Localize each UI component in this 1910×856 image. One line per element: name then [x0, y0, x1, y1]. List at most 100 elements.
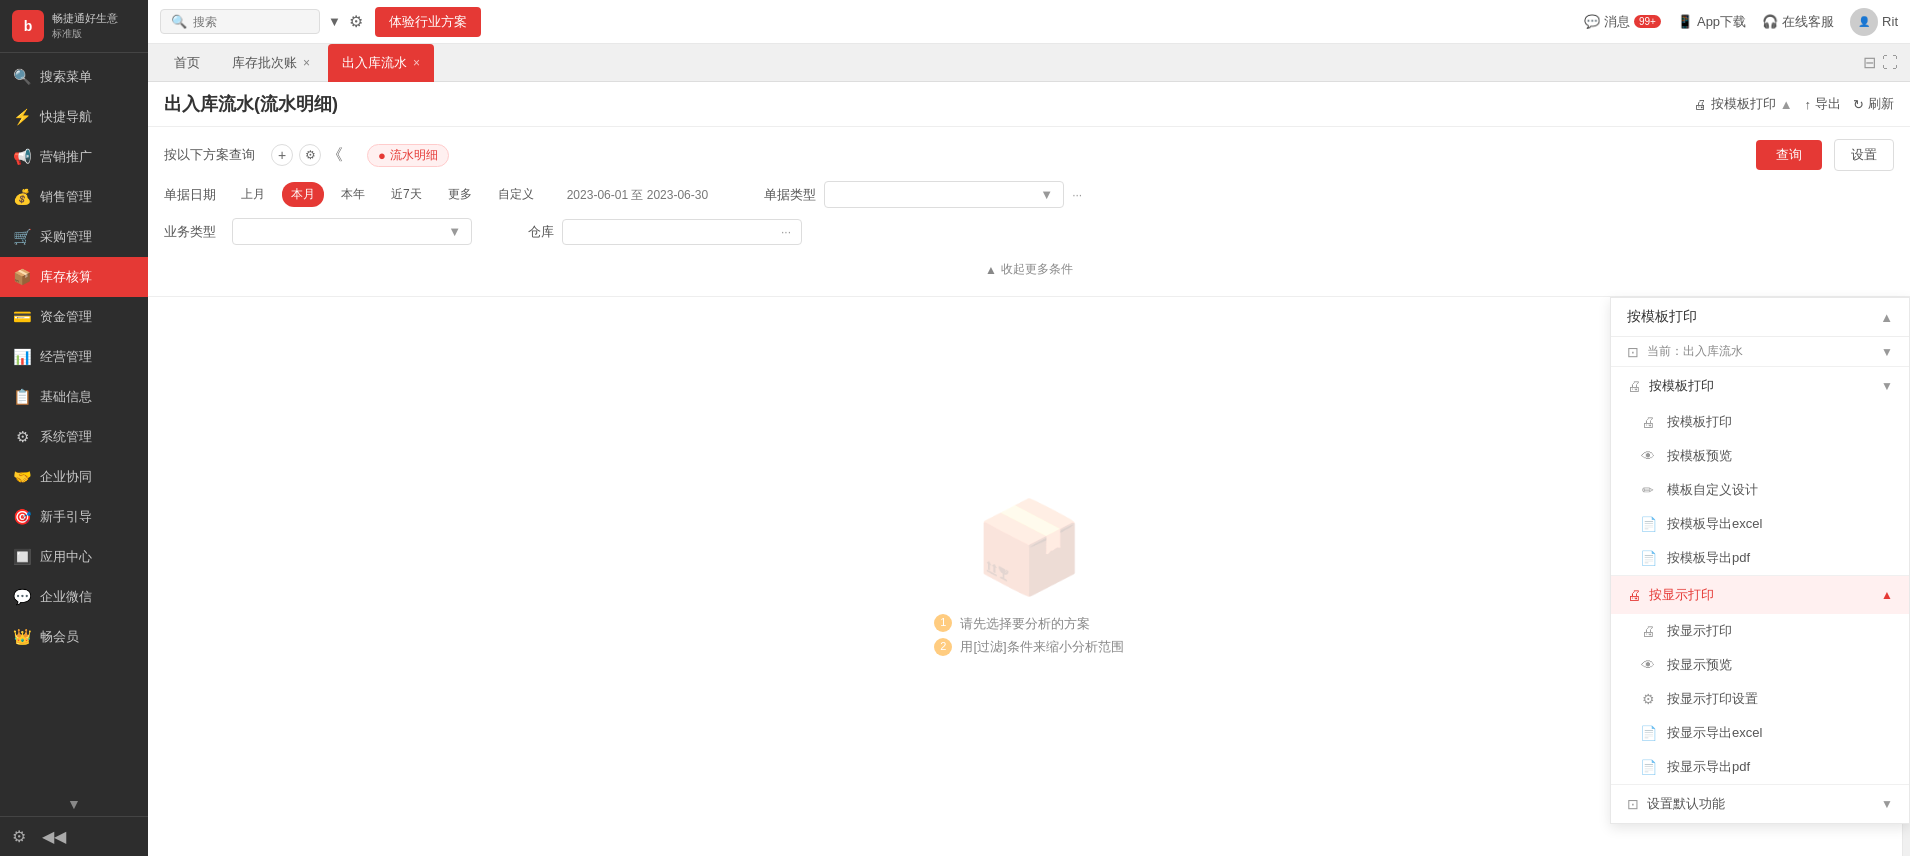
business-type-select[interactable]: ▼ [232, 218, 472, 245]
members-icon: 👑 [12, 627, 32, 647]
warehouse-more[interactable]: ··· [781, 225, 791, 239]
empty-tip-2: 2 用[过滤]条件来缩小分析范围 [934, 635, 1123, 658]
sidebar-item-sales[interactable]: 💰 销售管理 [0, 177, 148, 217]
settings-bottom-icon[interactable]: ⚙ [12, 827, 26, 846]
sidebar-label-basic: 基础信息 [40, 388, 92, 406]
sidebar-logo: b 畅捷通好生意 标准版 [0, 0, 148, 53]
doc-type-select[interactable]: ▼ [824, 181, 1064, 208]
online-service-button[interactable]: 🎧 在线客服 [1762, 13, 1834, 31]
tab-maximize-icon[interactable]: ⛶ [1882, 54, 1898, 72]
filter-row-2: 业务类型 ▼ 仓库 ··· [164, 218, 1894, 245]
avatar: 👤 [1850, 8, 1878, 36]
user-menu[interactable]: 👤 Rit [1850, 8, 1898, 36]
tab-inventory-batch[interactable]: 库存批次账 × [218, 44, 324, 82]
tab-inventory-batch-close[interactable]: × [303, 56, 310, 70]
sidebar-item-basic[interactable]: 📋 基础信息 [0, 377, 148, 417]
print-template-button[interactable]: 🖨 按模板打印 ▲ [1694, 95, 1793, 113]
dropdown-bottom-settings[interactable]: ⊡ 设置默认功能 ▼ [1611, 785, 1909, 823]
sidebar-label-finance: 资金管理 [40, 308, 92, 326]
filter-gear-button[interactable]: ⚙ [299, 144, 321, 166]
date-btn-this-year[interactable]: 本年 [332, 182, 374, 207]
date-btn-custom[interactable]: 自定义 [489, 182, 543, 207]
template-print-toggle[interactable]: ▼ [1881, 379, 1893, 393]
sidebar-label-system: 系统管理 [40, 428, 92, 446]
tab-home[interactable]: 首页 [160, 44, 214, 82]
date-btn-last-month[interactable]: 上月 [232, 182, 274, 207]
filter-add-button[interactable]: + [271, 144, 293, 166]
template-print-item-design[interactable]: ✏ 模板自定义设计 [1611, 473, 1909, 507]
sidebar-item-enterprise[interactable]: 🤝 企业协同 [0, 457, 148, 497]
sidebar-item-wechat[interactable]: 💬 企业微信 [0, 577, 148, 617]
search-input[interactable] [193, 15, 309, 29]
online-service-label: 在线客服 [1782, 13, 1834, 31]
dropdown-panel-close-arrow[interactable]: ▲ [1880, 310, 1893, 325]
tab-bar: 首页 库存批次账 × 出入库流水 × ⊟ ⛶ [148, 44, 1910, 82]
inventory-icon: 📦 [12, 267, 32, 287]
display-print-toggle[interactable]: ▲ [1881, 588, 1893, 602]
sidebar-item-inventory[interactable]: 📦 库存核算 [0, 257, 148, 297]
display-print-item-preview[interactable]: 👁 按显示预览 [1611, 648, 1909, 682]
display-print-item-pdf[interactable]: 📄 按显示导出pdf [1611, 750, 1909, 784]
display-print-item-excel[interactable]: 📄 按显示导出excel [1611, 716, 1909, 750]
business-type-label: 业务类型 [164, 223, 216, 241]
page-actions: 🖨 按模板打印 ▲ ↑ 导出 ↻ 刷新 [1694, 95, 1894, 113]
active-filter-label: 流水明细 [390, 147, 438, 164]
app-download-button[interactable]: 📱 App下载 [1677, 13, 1746, 31]
template-print-header[interactable]: 🖨 按模板打印 ▼ [1611, 367, 1909, 405]
export-button[interactable]: ↑ 导出 [1805, 95, 1842, 113]
page-header: 出入库流水(流水明细) 🖨 按模板打印 ▲ ↑ 导出 ↻ 刷新 [148, 82, 1910, 127]
refresh-button[interactable]: ↻ 刷新 [1853, 95, 1894, 113]
dropdown-bottom-arrow: ▼ [1881, 797, 1893, 811]
sidebar-item-guide[interactable]: 🎯 新手引导 [0, 497, 148, 537]
sidebar-scroll-down[interactable]: ▼ [0, 792, 148, 816]
template-print-item-excel[interactable]: 📄 按模板导出excel [1611, 507, 1909, 541]
sidebar-item-quick-nav[interactable]: ⚡ 快捷导航 [0, 97, 148, 137]
sidebar-item-marketing[interactable]: 📢 营销推广 [0, 137, 148, 177]
tab-stock-flow[interactable]: 出入库流水 × [328, 44, 434, 82]
date-btn-more[interactable]: 更多 [439, 182, 481, 207]
apps-icon: 🔲 [12, 547, 32, 567]
template-print-item-pdf[interactable]: 📄 按模板导出pdf [1611, 541, 1909, 575]
settings-button[interactable]: 设置 [1834, 139, 1894, 171]
search-box[interactable]: 🔍 [160, 9, 320, 34]
query-button[interactable]: 查询 [1756, 140, 1822, 170]
date-btn-last-7-days[interactable]: 近7天 [382, 182, 431, 207]
message-button[interactable]: 💬 消息 99+ [1584, 13, 1661, 31]
sidebar-label-operations: 经营管理 [40, 348, 92, 366]
doc-type-more[interactable]: ··· [1072, 188, 1082, 202]
print-icon: 🖨 [1694, 97, 1707, 112]
enterprise-icon: 🤝 [12, 467, 32, 487]
empty-tips: 1 请先选择要分析的方案 2 用[过滤]条件来缩小分析范围 [934, 612, 1123, 659]
warehouse-input[interactable]: ··· [562, 219, 802, 245]
display-print-item-settings[interactable]: ⚙ 按显示打印设置 [1611, 682, 1909, 716]
topbar-gear-icon[interactable]: ⚙ [349, 12, 363, 31]
sidebar-item-purchase[interactable]: 🛒 采购管理 [0, 217, 148, 257]
sidebar-item-system[interactable]: ⚙ 系统管理 [0, 417, 148, 457]
date-btn-this-month[interactable]: 本月 [282, 182, 324, 207]
dropdown-current: ⊡ 当前：出入库流水 ▼ [1611, 337, 1909, 367]
search-dropdown-arrow[interactable]: ▼ [328, 14, 341, 29]
collapse-sidebar-icon[interactable]: ◀◀ [42, 827, 66, 846]
user-name: Rit [1882, 14, 1898, 29]
refresh-icon: ↻ [1853, 97, 1864, 112]
excel-item-icon: 📄 [1639, 515, 1657, 533]
sidebar-item-operations[interactable]: 📊 经营管理 [0, 337, 148, 377]
template-print-item-preview[interactable]: 👁 按模板预览 [1611, 439, 1909, 473]
sidebar-label-search: 搜索菜单 [40, 68, 92, 86]
collapse-conditions-button[interactable]: ▲ 收起更多条件 [164, 255, 1894, 284]
tab-stock-flow-close[interactable]: × [413, 56, 420, 70]
sidebar-item-finance[interactable]: 💳 资金管理 [0, 297, 148, 337]
template-print-item-print[interactable]: 🖨 按模板打印 [1611, 405, 1909, 439]
date-range: 2023-06-01 至 2023-06-30 [567, 187, 708, 204]
sidebar-item-apps[interactable]: 🔲 应用中心 [0, 537, 148, 577]
trial-button[interactable]: 体验行业方案 [375, 7, 481, 37]
system-icon: ⚙ [12, 427, 32, 447]
sales-icon: 💰 [12, 187, 32, 207]
tab-minimize-icon[interactable]: ⊟ [1863, 53, 1876, 72]
display-print-header[interactable]: 🖨 按显示打印 ▲ [1611, 576, 1909, 614]
display-print-item-print[interactable]: 🖨 按显示打印 [1611, 614, 1909, 648]
sidebar-item-search[interactable]: 🔍 搜索菜单 [0, 57, 148, 97]
sidebar-item-members[interactable]: 👑 畅会员 [0, 617, 148, 657]
active-filter-tag[interactable]: ● 流水明细 [367, 144, 449, 167]
filter-collapse-button[interactable]: 《 [327, 145, 343, 166]
